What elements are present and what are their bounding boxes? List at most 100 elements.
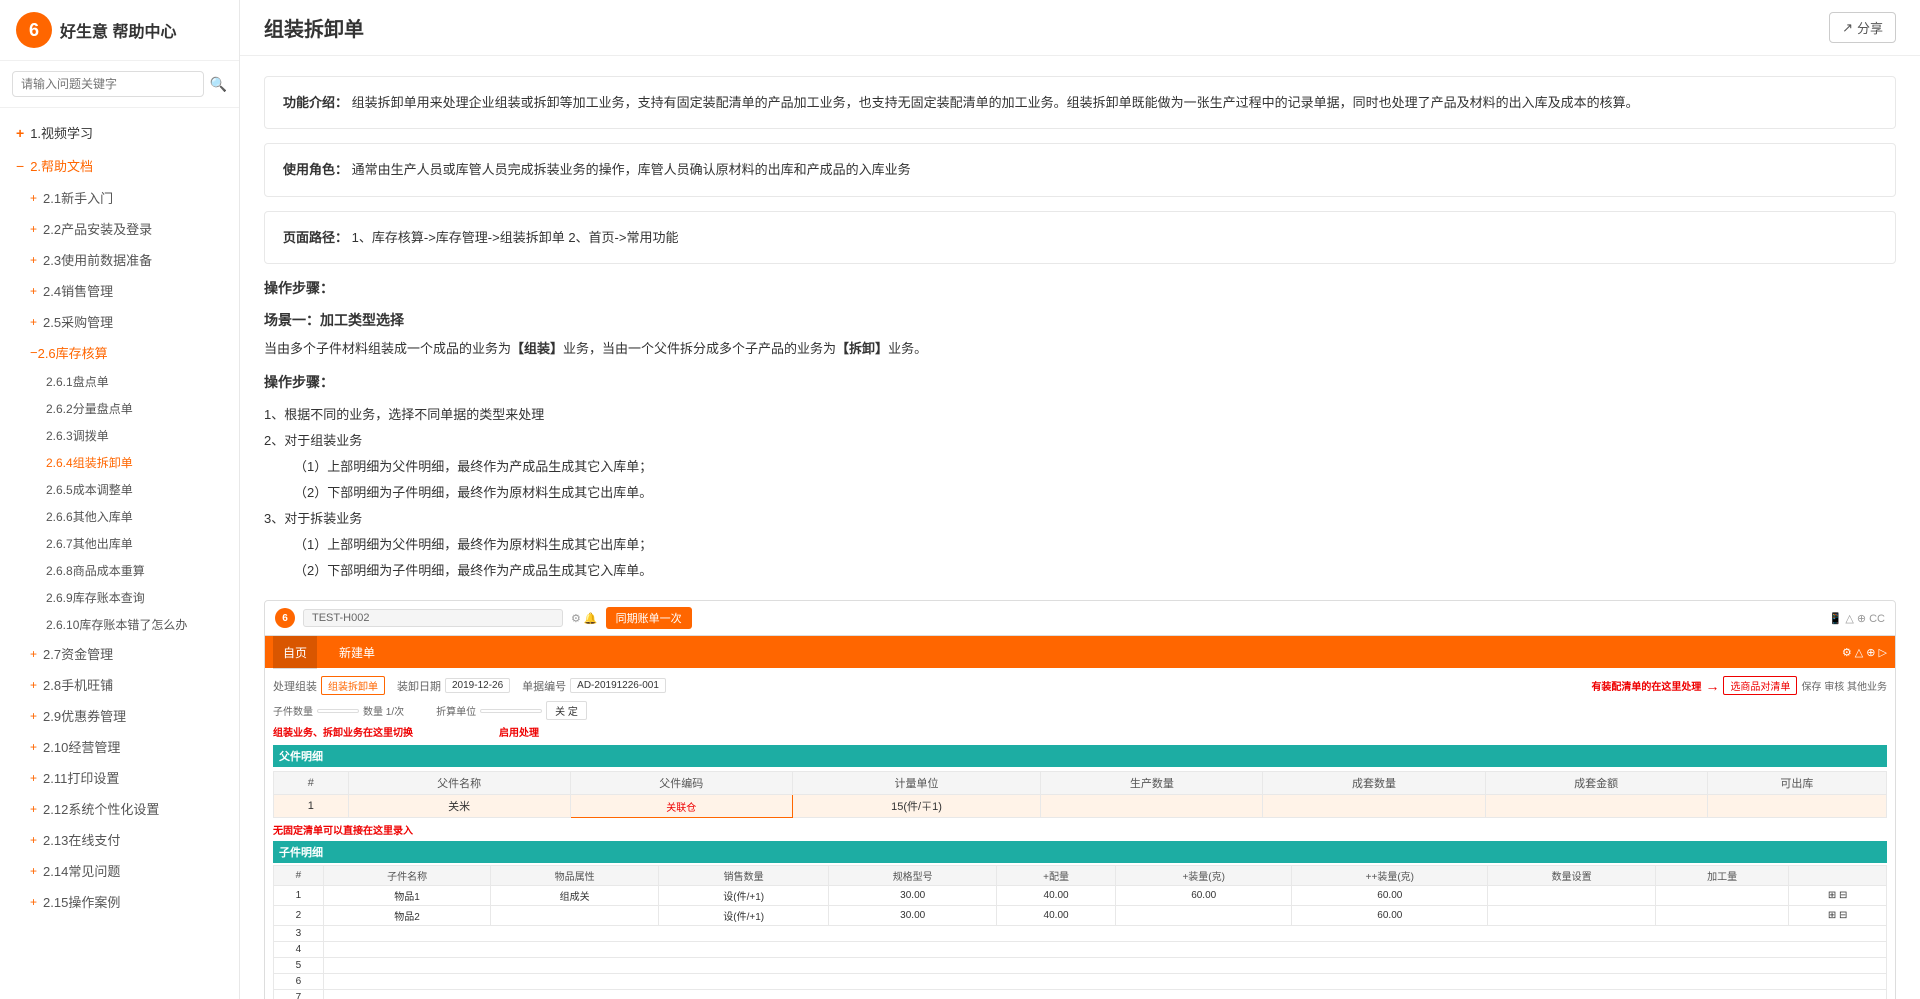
bot-th-9: 数量设置 bbox=[1488, 866, 1656, 886]
search-icon[interactable]: 🔍 bbox=[210, 76, 227, 93]
path-text: 1、库存核算->库存管理->组装拆卸单 2、首页->常用功能 bbox=[352, 230, 679, 245]
screenshot-right-icons: 📱 △ ⊕ CC bbox=[1829, 612, 1885, 625]
bot-th-11 bbox=[1789, 866, 1887, 886]
sidebar-item-custom[interactable]: + 2.12系统个性化设置 bbox=[0, 793, 239, 824]
sidebar-item-ledger-fix[interactable]: 2.6.10库存账本错了怎么办 bbox=[0, 611, 239, 638]
expand-icon-2-1: + bbox=[30, 191, 37, 205]
sidebar-item-print[interactable]: + 2.11打印设置 bbox=[0, 762, 239, 793]
screenshot-field-date: 装卸日期 2019-12-26 bbox=[397, 678, 510, 694]
scenario1-desc: 当由多个子件材料组装成一个成品的业务为【组装】业务，当由一个父件拆分成多个子产品… bbox=[264, 336, 1896, 362]
sidebar-item-assembly[interactable]: 2.6.4组装拆卸单 bbox=[0, 449, 239, 476]
bot-td-1-5: 30.00 bbox=[829, 886, 997, 906]
share-button[interactable]: ↗ 分享 bbox=[1829, 12, 1896, 43]
step-3-1: （1）上部明细为父件明细，最终作为原材料生成其它出库单； bbox=[264, 532, 1896, 558]
scenario1-steps-title: 操作步骤： bbox=[264, 372, 1896, 392]
sidebar-item-install[interactable]: + 2.2产品安装及登录 bbox=[0, 213, 239, 244]
top-th-1: # bbox=[274, 772, 349, 795]
screenshot-logo: 6 bbox=[275, 608, 295, 628]
scenario1-title: 场景一：加工类型选择 bbox=[264, 310, 1896, 330]
sidebar-item-partial-stocktake[interactable]: 2.6.2分量盘点单 bbox=[0, 395, 239, 422]
sidebar-item-other-out[interactable]: 2.6.7其他出库单 bbox=[0, 530, 239, 557]
search-input[interactable] bbox=[12, 71, 204, 97]
content-area: 功能介绍： 组装拆卸单用来处理企业组装或拆卸等加工业务，支持有固定装配清单的产品… bbox=[240, 56, 1920, 999]
expand-icon-2-2: + bbox=[30, 222, 37, 236]
top-bar: 组装拆卸单 ↗ 分享 bbox=[240, 0, 1920, 56]
sidebar-item-sales[interactable]: + 2.4销售管理 bbox=[0, 275, 239, 306]
bot-td-2-8: 60.00 bbox=[1292, 906, 1488, 926]
role-box: 使用角色： 通常由生产人员或库管人员完成拆装业务的操作，库管人员确认原材料的出库… bbox=[264, 143, 1896, 196]
sidebar-item-inventory[interactable]: − 2.6库存核算 bbox=[0, 337, 239, 368]
sidebar-item-faq[interactable]: + 2.14常见问题 bbox=[0, 855, 239, 886]
sidebar-item-label-2-14: 2.14常见问题 bbox=[43, 861, 120, 880]
screenshot-annotation3: 启用处理 bbox=[499, 724, 539, 739]
expand-icon-2-7: + bbox=[30, 647, 37, 661]
expand-icon-2-4: + bbox=[30, 284, 37, 298]
page-title: 组装拆卸单 bbox=[264, 13, 364, 42]
bot-td-2-2: 物品2 bbox=[323, 906, 491, 926]
grandchild-label-264: 2.6.4组装拆卸单 bbox=[46, 456, 133, 470]
bot-th-7: +装量(克) bbox=[1116, 866, 1292, 886]
screenshot-annotation2-row: 子件数量 数量 1/次 折算单位 关 定 bbox=[273, 701, 1887, 720]
sidebar-item-finance[interactable]: + 2.7资金管理 bbox=[0, 638, 239, 669]
bot-th-3: 物品属性 bbox=[491, 866, 659, 886]
function-intro-label: 功能介绍： bbox=[283, 95, 348, 110]
bot-td-3-rest bbox=[323, 926, 1886, 942]
grandchild-label-268: 2.6.8商品成本重算 bbox=[46, 564, 145, 578]
bot-th-8: ++装量(克) bbox=[1292, 866, 1488, 886]
bot-td-1-4: 设(件/+1) bbox=[658, 886, 828, 906]
sidebar-item-label-2-1: 2.1新手入门 bbox=[43, 188, 113, 207]
bot-td-1-10 bbox=[1655, 886, 1788, 906]
sidebar-item-ops[interactable]: + 2.10经营管理 bbox=[0, 731, 239, 762]
sidebar-item-ledger-query[interactable]: 2.6.9库存账本查询 bbox=[0, 584, 239, 611]
screenshot-annotation2: 组装业务、拆卸业务在这里切换 bbox=[273, 724, 413, 739]
sidebar-item-other-in[interactable]: 2.6.6其他入库单 bbox=[0, 503, 239, 530]
sidebar-item-label-2-2: 2.2产品安装及登录 bbox=[43, 219, 152, 238]
top-th-8: 可出库 bbox=[1707, 772, 1886, 795]
bot-td-5-1: 5 bbox=[274, 958, 324, 974]
screenshot-no-value: AD-20191226-001 bbox=[570, 678, 666, 693]
sidebar-item-cost-adjust[interactable]: 2.6.5成本调整单 bbox=[0, 476, 239, 503]
collapse-icon-2: − bbox=[16, 158, 24, 174]
screenshot-container: 6 TEST-H002 ⚙ 🔔 同期账单一次 📱 △ ⊕ CC 自页 新建单 ⚙… bbox=[264, 600, 1896, 999]
sidebar-item-docs[interactable]: − 2.帮助文档 bbox=[0, 149, 239, 182]
sidebar-item-coupon[interactable]: + 2.9优惠券管理 bbox=[0, 700, 239, 731]
bot-td-2-10 bbox=[1655, 906, 1788, 926]
grandchild-label-266: 2.6.6其他入库单 bbox=[46, 510, 133, 524]
sidebar-item-payment[interactable]: + 2.13在线支付 bbox=[0, 824, 239, 855]
bot-td-2-6: 40.00 bbox=[996, 906, 1115, 926]
bot-td-2-4: 设(件/+1) bbox=[658, 906, 828, 926]
expand-icon-2-13: + bbox=[30, 833, 37, 847]
top-td-1-3-inner: 关联仓 bbox=[666, 803, 696, 814]
sidebar-item-purchase[interactable]: + 2.5采购管理 bbox=[0, 306, 239, 337]
share-icon: ↗ bbox=[1842, 20, 1853, 36]
top-td-1-2: 关米 bbox=[348, 795, 570, 818]
sidebar-item-mobile[interactable]: + 2.8手机旺铺 bbox=[0, 669, 239, 700]
sidebar-item-stocktake[interactable]: 2.6.1盘点单 bbox=[0, 368, 239, 395]
bot-td-1-3: 组成关 bbox=[491, 886, 659, 906]
sidebar-item-newbie[interactable]: + 2.1新手入门 bbox=[0, 182, 239, 213]
bot-td-1-11: ⊞ ⊟ bbox=[1789, 886, 1887, 906]
expand-icon-2-11: + bbox=[30, 771, 37, 785]
top-th-4: 计量单位 bbox=[792, 772, 1040, 795]
sidebar-item-transfer[interactable]: 2.6.3调拨单 bbox=[0, 422, 239, 449]
top-td-1-4: 15(件/∓1) bbox=[792, 795, 1040, 818]
sidebar-item-label-2-15: 2.15操作案例 bbox=[43, 892, 120, 911]
step-2: 2、对于组装业务 bbox=[264, 428, 1896, 454]
sidebar-item-data-prep[interactable]: + 2.3使用前数据准备 bbox=[0, 244, 239, 275]
screenshot-top-table: # 父件名称 父件编码 计量单位 生产数量 成套数量 成套金额 可出库 1 bbox=[273, 771, 1887, 818]
bot-td-2-1: 2 bbox=[274, 906, 324, 926]
screenshot-unit-input bbox=[480, 709, 542, 713]
nav-section-2: − 2.帮助文档 + 2.1新手入门 + 2.2产品安装及登录 + 2.3使用前… bbox=[0, 149, 239, 917]
bot-td-3-1: 3 bbox=[274, 926, 324, 942]
bot-td-1-1: 1 bbox=[274, 886, 324, 906]
sidebar-item-cases[interactable]: + 2.15操作案例 bbox=[0, 886, 239, 917]
screenshot-annotation1-area: 有装配清单的在这里处理 → 选商品对清单 保存 审核 其他业务 bbox=[1591, 676, 1887, 695]
main-content: 组装拆卸单 ↗ 分享 功能介绍： 组装拆卸单用来处理企业组装或拆卸等加工业务，支… bbox=[240, 0, 1920, 999]
logo-icon: 6 bbox=[16, 12, 52, 48]
sidebar-item-cost-recalc[interactable]: 2.6.8商品成本重算 bbox=[0, 557, 239, 584]
nav-tree: + 1.视频学习 − 2.帮助文档 + 2.1新手入门 + 2.2产品安装及登录 bbox=[0, 108, 239, 999]
expand-icon-2-12: + bbox=[30, 802, 37, 816]
sidebar-item-label-2-5: 2.5采购管理 bbox=[43, 312, 113, 331]
sidebar-item-video[interactable]: + 1.视频学习 bbox=[0, 116, 239, 149]
grandchild-label-269: 2.6.9库存账本查询 bbox=[46, 591, 145, 605]
